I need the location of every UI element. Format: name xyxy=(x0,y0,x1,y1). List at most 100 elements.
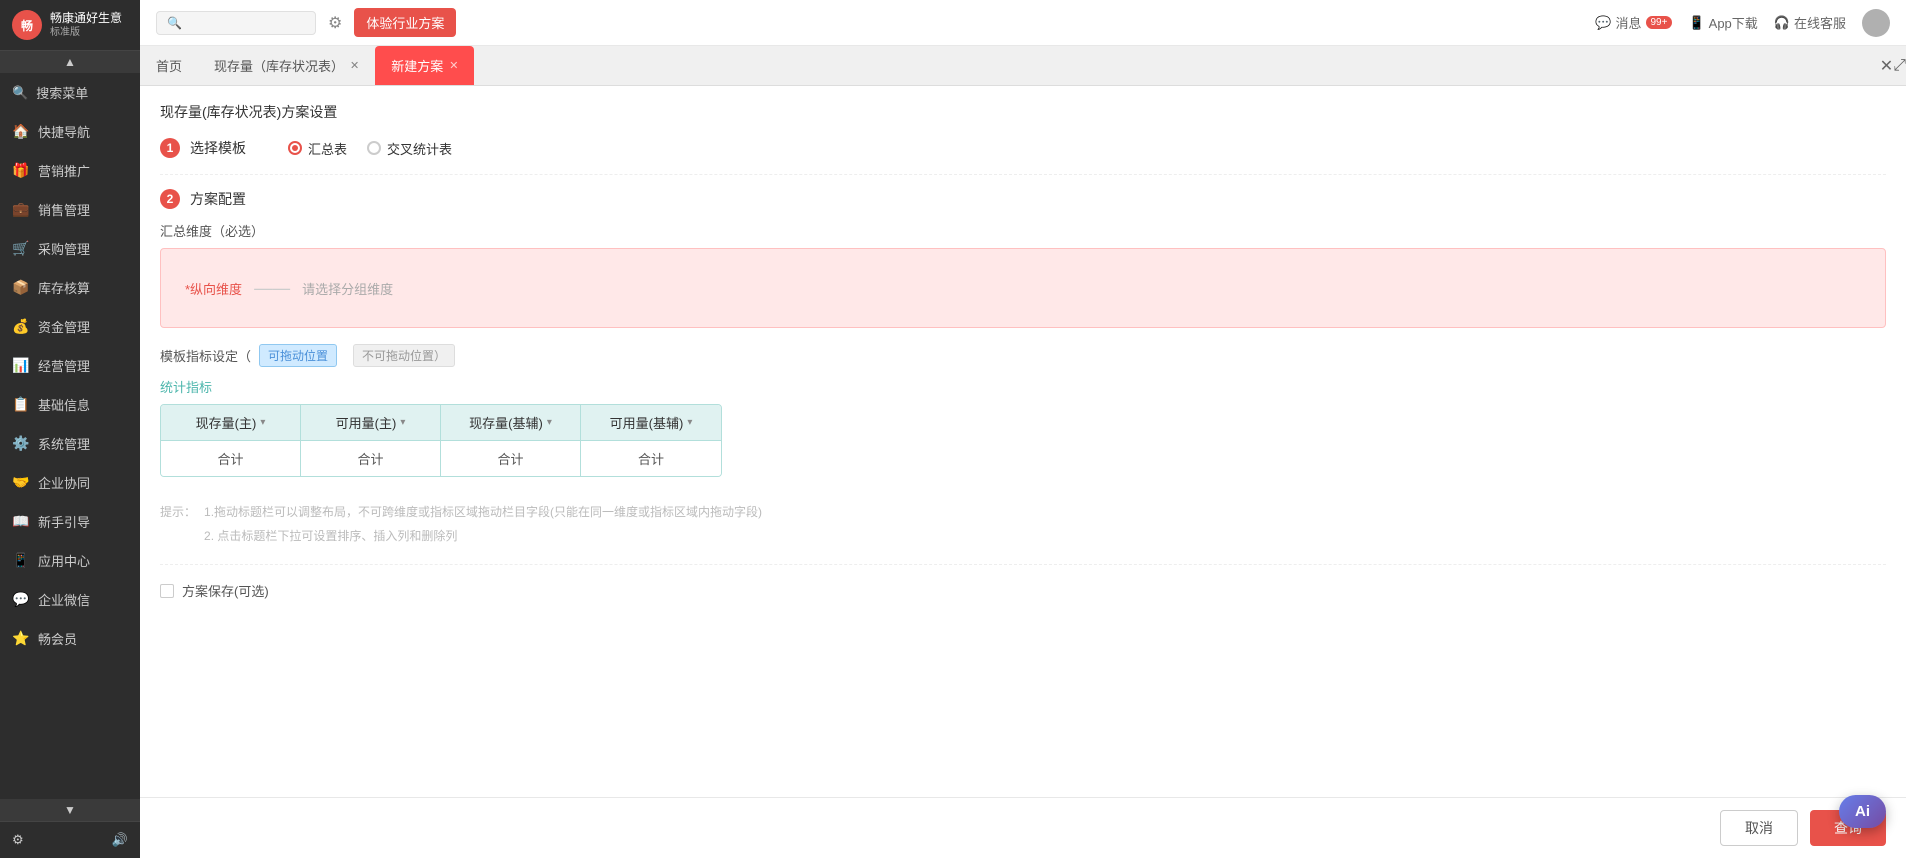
save-option: 方案保存(可选) xyxy=(160,581,1886,600)
search-icon: 🔍 xyxy=(12,85,28,101)
tab-inventory-close[interactable]: ✕ xyxy=(350,59,359,72)
non-draggable-badge: 不可拖动位置） xyxy=(353,344,455,367)
volume-footer-icon[interactable]: 🔊 xyxy=(112,832,128,848)
sidebar-item-system[interactable]: ⚙️ 系统管理 xyxy=(0,424,140,463)
sidebar-item-member[interactable]: ⭐ 畅会员 xyxy=(0,619,140,658)
indicator-label-row: 模板指标设定（ 可拖动位置 不可拖动位置） xyxy=(160,344,1886,367)
search-bar[interactable]: 🔍 xyxy=(156,11,316,35)
chat-icon: 💬 xyxy=(12,591,30,609)
sidebar-item-operation[interactable]: 📊 经营管理 xyxy=(0,346,140,385)
chevron-down-icon-1: ▾ xyxy=(400,417,405,428)
main-area: 🔍 ⚙ 体验行业方案 💬 消息 99+ 📱 App下载 🎧 在线客服 xyxy=(140,0,1906,858)
tab-bar: 首页 现存量（库存状况表） ✕ 新建方案 ✕ ✕ ⤢ xyxy=(140,46,1906,86)
sidebar-item-quick-nav[interactable]: 🏠 快捷导航 xyxy=(0,112,140,151)
tab-inventory-status[interactable]: 现存量（库存状况表） ✕ xyxy=(198,46,375,85)
tab-new-scheme[interactable]: 新建方案 ✕ xyxy=(375,46,474,85)
panel-expand-button[interactable]: ⤢ xyxy=(1893,57,1906,75)
stat-col-header-2[interactable]: 现存量(基辅) ▾ xyxy=(441,405,580,441)
header-left: 🔍 ⚙ 体验行业方案 xyxy=(156,8,456,37)
sidebar-nav: 🏠 快捷导航 🎁 营销推广 💼 销售管理 🛒 采购管理 📦 库存核算 💰 资金管… xyxy=(0,112,140,799)
clipboard-icon: 📋 xyxy=(12,396,30,414)
indicator-settings: 模板指标设定（ 可拖动位置 不可拖动位置） 统计指标 现存量(主) ▾ xyxy=(160,344,1886,480)
search-bar-icon: 🔍 xyxy=(167,16,182,30)
section2-header: 2 方案配置 xyxy=(160,189,1886,209)
stat-col-body-1: 合计 xyxy=(301,441,440,476)
page-title: 现存量(库存状况表)方案设置 xyxy=(160,102,1886,122)
dimension-req-star: *纵向维度 xyxy=(185,279,242,298)
mobile-icon: 📱 xyxy=(12,552,30,570)
stat-col-2: 现存量(基辅) ▾ 合计 xyxy=(441,405,581,476)
footer-bar: 取消 查询 xyxy=(140,797,1906,858)
sidebar-item-inventory[interactable]: 📦 库存核算 xyxy=(0,268,140,307)
dimension-label: 汇总维度（必选） xyxy=(160,221,1886,240)
cancel-button[interactable]: 取消 xyxy=(1720,810,1798,846)
top-header: 🔍 ⚙ 体验行业方案 💬 消息 99+ 📱 App下载 🎧 在线客服 xyxy=(140,0,1906,46)
sidebar-item-app-center[interactable]: 📱 应用中心 xyxy=(0,541,140,580)
app-download-area[interactable]: 📱 App下载 xyxy=(1688,13,1757,32)
online-service-area[interactable]: 🎧 在线客服 xyxy=(1774,13,1846,32)
stat-col-header-0[interactable]: 现存量(主) ▾ xyxy=(161,405,300,441)
stat-section-title: 统计指标 xyxy=(160,377,1886,396)
tip-title: 提示： 1.拖动标题栏可以调整布局，不可跨维度或指标区域拖动栏目字段(只能在同一… xyxy=(160,500,1886,524)
sidebar-item-finance[interactable]: 💰 资金管理 xyxy=(0,307,140,346)
radio-summary-circle xyxy=(288,141,302,155)
user-avatar[interactable] xyxy=(1862,9,1890,37)
save-checkbox[interactable] xyxy=(160,584,174,598)
sidebar: 畅 畅康通好生意 标准版 ▲ 🔍 搜索菜单 🏠 快捷导航 🎁 营销推广 💼 销售… xyxy=(0,0,140,858)
chevron-down-icon-0: ▾ xyxy=(260,417,265,428)
tab-home[interactable]: 首页 xyxy=(140,46,198,85)
tips-section: 提示： 1.拖动标题栏可以调整布局，不可跨维度或指标区域拖动栏目字段(只能在同一… xyxy=(160,500,1886,548)
sidebar-item-contract[interactable]: 🤝 企业协同 xyxy=(0,463,140,502)
stat-col-header-1[interactable]: 可用量(主) ▾ xyxy=(301,405,440,441)
sidebar-footer: ⚙ 🔊 xyxy=(0,821,140,858)
dimension-placeholder: *纵向维度 —— 请选择分组维度 xyxy=(185,278,393,299)
messages-area[interactable]: 💬 消息 99+ xyxy=(1595,13,1672,32)
stat-col-0: 现存量(主) ▾ 合计 xyxy=(161,405,301,476)
app-icon: 畅 xyxy=(12,10,42,40)
section1-row: 1 选择模板 汇总表 交叉统计表 xyxy=(160,138,1886,158)
tab-new-scheme-close[interactable]: ✕ xyxy=(449,59,458,72)
search-input[interactable] xyxy=(188,16,298,30)
settings-footer-icon[interactable]: ⚙ xyxy=(12,832,24,848)
sidebar-item-wechat[interactable]: 💬 企业微信 xyxy=(0,580,140,619)
radio-group: 汇总表 交叉统计表 xyxy=(288,139,452,158)
panel-close-button[interactable]: ✕ xyxy=(1880,56,1893,76)
section1-header: 1 选择模板 xyxy=(160,138,246,158)
stat-table: 现存量(主) ▾ 合计 可用量(主) ▾ 合计 xyxy=(160,404,722,477)
sidebar-scroll-down[interactable]: ▼ xyxy=(0,799,140,821)
sidebar-item-basic-info[interactable]: 📋 基础信息 xyxy=(0,385,140,424)
section-template: 1 选择模板 汇总表 交叉统计表 xyxy=(160,138,1886,158)
messages-badge: 99+ xyxy=(1646,16,1673,29)
sidebar-search[interactable]: 🔍 搜索菜单 xyxy=(0,73,140,112)
sidebar-item-marketing[interactable]: 🎁 营销推广 xyxy=(0,151,140,190)
save-option-label: 方案保存(可选) xyxy=(182,581,269,600)
sidebar-item-sales[interactable]: 💼 销售管理 xyxy=(0,190,140,229)
radio-summary[interactable]: 汇总表 xyxy=(288,139,347,158)
stat-table-header: 现存量(主) ▾ 合计 可用量(主) ▾ 合计 xyxy=(161,405,721,476)
dimension-box[interactable]: *纵向维度 —— 请选择分组维度 xyxy=(160,248,1886,328)
ai-float-button[interactable]: Ai xyxy=(1839,795,1886,828)
step1-badge: 1 xyxy=(160,138,180,158)
sidebar-scroll-up[interactable]: ▲ xyxy=(0,51,140,73)
chevron-down-icon-2: ▾ xyxy=(547,417,552,428)
gear-header-icon[interactable]: ⚙ xyxy=(328,13,342,33)
book-icon: 📖 xyxy=(12,513,30,531)
chart-icon: 📊 xyxy=(12,357,30,375)
home-icon: 🏠 xyxy=(12,123,30,141)
stat-col-1: 可用量(主) ▾ 合计 xyxy=(301,405,441,476)
sidebar-item-purchase[interactable]: 🛒 采购管理 xyxy=(0,229,140,268)
dimension-area: 汇总维度（必选） *纵向维度 —— 请选择分组维度 xyxy=(160,221,1886,328)
sidebar-logo: 畅 畅康通好生意 标准版 xyxy=(0,0,140,51)
sidebar-item-newcomer[interactable]: 📖 新手引导 xyxy=(0,502,140,541)
handshake-icon: 🤝 xyxy=(12,474,30,492)
star-icon: ⭐ xyxy=(12,630,30,648)
radio-cross[interactable]: 交叉统计表 xyxy=(367,139,452,158)
dimension-dash: —— xyxy=(254,278,290,299)
stat-col-header-3[interactable]: 可用量(基辅) ▾ xyxy=(581,405,721,441)
industry-btn[interactable]: 体验行业方案 xyxy=(354,8,456,37)
box-icon: 📦 xyxy=(12,279,30,297)
gift-icon: 🎁 xyxy=(12,162,30,180)
radio-cross-circle xyxy=(367,141,381,155)
stat-col-body-2: 合计 xyxy=(441,441,580,476)
section2-title: 方案配置 xyxy=(190,189,246,209)
